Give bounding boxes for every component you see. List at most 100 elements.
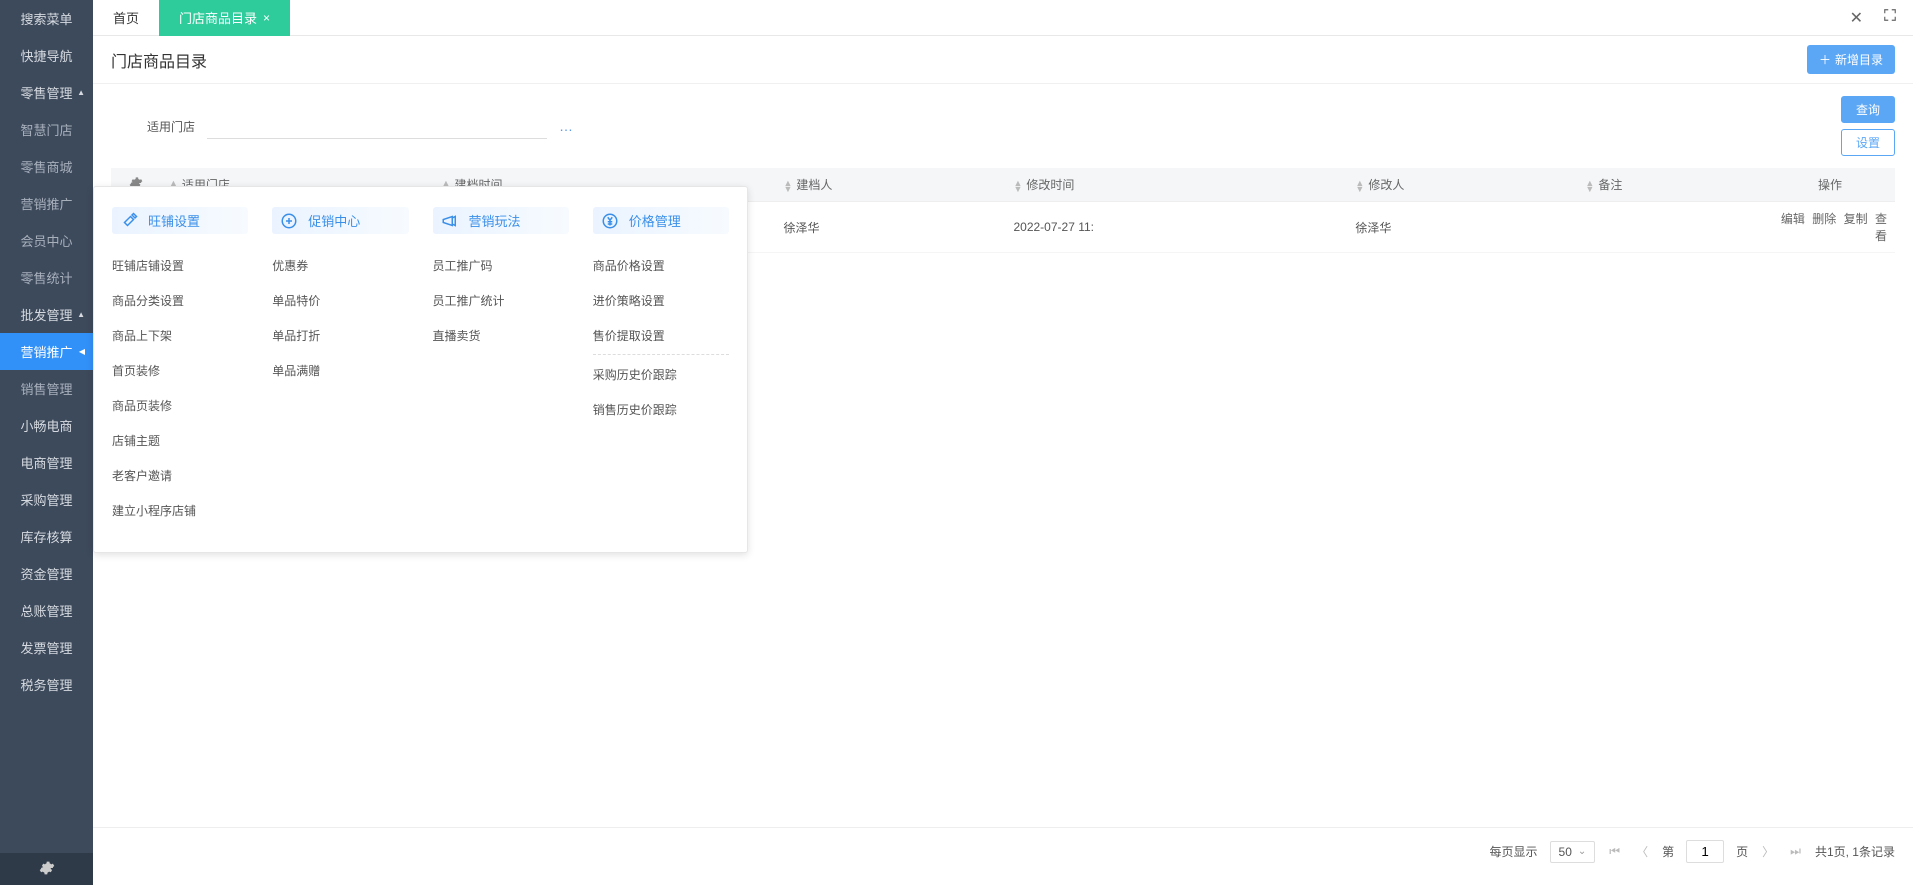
sort-icon: ▲▼ [1355, 180, 1364, 192]
cell-created-by: 徐泽华 [775, 202, 1005, 253]
mega-item[interactable]: 进价策略设置 [593, 283, 729, 318]
sidebar-item-retailmall[interactable]: 零售商城 [0, 148, 93, 185]
mega-item[interactable]: 采购历史价跟踪 [593, 357, 729, 392]
main-content: 首页 门店商品目录 × ✕ 门店商品目录 ＋新增目录 适用门店 … [93, 0, 1913, 885]
close-icon[interactable]: × [263, 11, 270, 25]
page-suffix: 页 [1736, 843, 1748, 860]
th-created-by[interactable]: ▲▼建档人 [775, 168, 1005, 202]
mega-item[interactable]: 商品页装修 [112, 388, 248, 423]
mega-col-promo: 促销中心 优惠券 单品特价 单品打折 单品满赠 [272, 207, 408, 528]
sort-icon: ▲▼ [1585, 180, 1594, 192]
per-page-label: 每页显示 [1490, 843, 1538, 860]
megaphone-icon [441, 212, 459, 230]
sidebar-item-retailstat[interactable]: 零售统计 [0, 259, 93, 296]
sidebar-item-funds[interactable]: 资金管理 [0, 555, 93, 592]
page-input[interactable] [1686, 840, 1724, 863]
mega-item[interactable]: 单品打折 [272, 318, 408, 353]
th-updated-at[interactable]: ▲▼修改时间 [1005, 168, 1347, 202]
per-page-select[interactable]: 50 ⌄ [1550, 841, 1596, 863]
page-prefix: 第 [1662, 843, 1674, 860]
mega-item[interactable]: 老客户邀请 [112, 458, 248, 493]
pagination: 每页显示 50 ⌄ ⏮ 〈 第 页 〉 ⏭ 共1页, 1条记录 [93, 827, 1913, 875]
setting-button[interactable]: 设置 [1841, 129, 1895, 156]
mega-item[interactable]: 优惠券 [272, 248, 408, 283]
sort-icon: ▲▼ [1013, 180, 1022, 192]
mega-item[interactable]: 商品价格设置 [593, 248, 729, 283]
page-title: 门店商品目录 [111, 48, 207, 72]
cell-updated-at: 2022-07-27 11: [1005, 202, 1347, 253]
next-page-icon[interactable]: 〉 [1760, 843, 1776, 860]
sidebar-item-search[interactable]: 搜索菜单 [0, 0, 93, 37]
sidebar-item-inventory[interactable]: 库存核算 [0, 518, 93, 555]
action-delete[interactable]: 删除 [1812, 212, 1836, 226]
filter-store-input[interactable] [207, 113, 547, 139]
action-view[interactable]: 查看 [1875, 212, 1887, 243]
mega-item[interactable]: 商品分类设置 [112, 283, 248, 318]
mega-item[interactable]: 单品满赠 [272, 353, 408, 388]
caret-left-icon: ◀ [79, 347, 85, 356]
first-page-icon[interactable]: ⏮ [1607, 844, 1622, 859]
tabs-bar: 首页 门店商品目录 × ✕ [93, 0, 1913, 36]
filter-more-icon[interactable]: … [559, 118, 575, 134]
promo-icon [280, 212, 298, 230]
sidebar-item-member[interactable]: 会员中心 [0, 222, 93, 259]
action-edit[interactable]: 编辑 [1781, 212, 1805, 226]
mega-item[interactable]: 首页装修 [112, 353, 248, 388]
sidebar-item-quicknav[interactable]: 快捷导航 [0, 37, 93, 74]
sidebar-item-tax[interactable]: 税务管理 [0, 666, 93, 703]
tab-home[interactable]: 首页 [93, 0, 159, 36]
add-catalog-button[interactable]: ＋新增目录 [1807, 45, 1895, 74]
chevron-down-icon: ⌄ [1578, 846, 1586, 857]
page-header: 门店商品目录 ＋新增目录 [93, 36, 1913, 84]
mega-header-marketing: 营销玩法 [433, 207, 569, 234]
mega-item[interactable]: 建立小程序店铺 [112, 493, 248, 528]
mega-item[interactable]: 销售历史价跟踪 [593, 392, 729, 427]
sidebar-item-smartstore[interactable]: 智慧门店 [0, 111, 93, 148]
cell-updated-by: 徐泽华 [1347, 202, 1577, 253]
mega-item[interactable]: 单品特价 [272, 283, 408, 318]
close-panel-icon[interactable]: ✕ [1846, 4, 1867, 32]
sidebar-item-invoice[interactable]: 发票管理 [0, 629, 93, 666]
mega-item[interactable]: 员工推广统计 [433, 283, 569, 318]
mega-header-shop: 旺铺设置 [112, 207, 248, 234]
last-page-icon[interactable]: ⏭ [1788, 844, 1803, 859]
mega-item[interactable]: 售价提取设置 [593, 318, 729, 355]
wrench-icon [120, 212, 138, 230]
sidebar-item-marketing1[interactable]: 营销推广 [0, 185, 93, 222]
caret-up-icon: ▲ [77, 310, 85, 319]
mega-item[interactable]: 直播卖货 [433, 318, 569, 353]
sidebar-item-ledger[interactable]: 总账管理 [0, 592, 93, 629]
mega-header-price: 价格管理 [593, 207, 729, 234]
cell-actions: 编辑 删除 复制 查看 [1765, 202, 1895, 253]
plus-icon: ＋ [1819, 51, 1831, 68]
mega-item[interactable]: 旺铺店铺设置 [112, 248, 248, 283]
sidebar-item-purchase[interactable]: 采购管理 [0, 481, 93, 518]
mega-col-marketing: 营销玩法 员工推广码 员工推广统计 直播卖货 [433, 207, 569, 528]
query-button[interactable]: 查询 [1841, 96, 1895, 123]
action-copy[interactable]: 复制 [1844, 212, 1868, 226]
sidebar-item-ecom1[interactable]: 小畅电商 [0, 407, 93, 444]
mega-menu: 旺铺设置 旺铺店铺设置 商品分类设置 商品上下架 首页装修 商品页装修 店铺主题… [93, 186, 748, 553]
mega-col-shop: 旺铺设置 旺铺店铺设置 商品分类设置 商品上下架 首页装修 商品页装修 店铺主题… [112, 207, 248, 528]
mega-item[interactable]: 店铺主题 [112, 423, 248, 458]
sidebar-item-ecom2[interactable]: 电商管理 [0, 444, 93, 481]
caret-up-icon: ▲ [77, 88, 85, 97]
sidebar: 搜索菜单 快捷导航 零售管理▲ 智慧门店 零售商城 营销推广 会员中心 零售统计… [0, 0, 93, 885]
mega-col-price: 价格管理 商品价格设置 进价策略设置 售价提取设置 采购历史价跟踪 销售历史价跟… [593, 207, 729, 528]
mega-item[interactable]: 商品上下架 [112, 318, 248, 353]
sidebar-item-retail[interactable]: 零售管理▲ [0, 74, 93, 111]
th-updated-by[interactable]: ▲▼修改人 [1347, 168, 1577, 202]
fullscreen-icon[interactable] [1879, 4, 1901, 31]
mega-item[interactable]: 员工推广码 [433, 248, 569, 283]
filter-store-label: 适用门店 [111, 118, 195, 135]
th-actions: 操作 [1765, 168, 1895, 202]
page-summary: 共1页, 1条记录 [1815, 843, 1895, 860]
sidebar-footer[interactable] [0, 853, 93, 885]
sidebar-item-wholesale[interactable]: 批发管理▲ [0, 296, 93, 333]
sidebar-item-marketing2[interactable]: 营销推广◀ [0, 333, 93, 370]
sidebar-item-sales[interactable]: 销售管理 [0, 370, 93, 407]
prev-page-icon[interactable]: 〈 [1634, 843, 1650, 860]
th-note[interactable]: ▲▼备注 [1577, 168, 1765, 202]
sort-icon: ▲▼ [783, 180, 792, 192]
tab-store-catalog[interactable]: 门店商品目录 × [159, 0, 290, 36]
